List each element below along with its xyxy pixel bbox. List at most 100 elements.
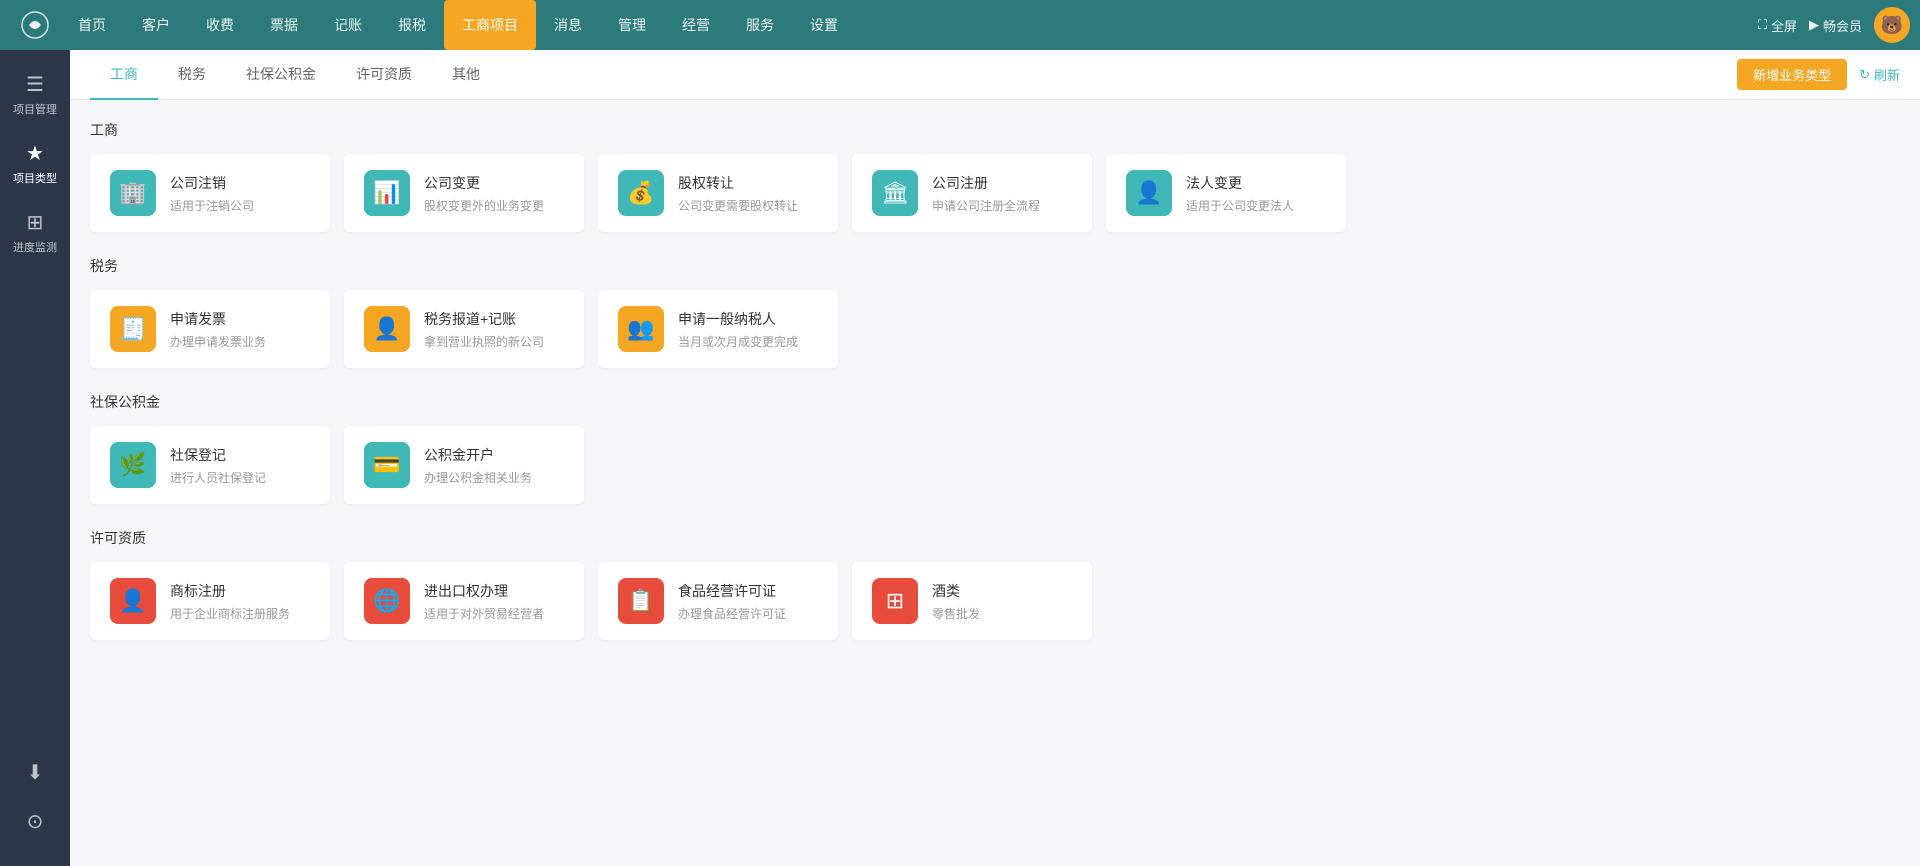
card-title: 公积金开户 [424, 445, 532, 465]
tab-bar: 工商税务社保公积金许可资质其他 新增业务类型 ↻ 刷新 [70, 50, 1920, 100]
card-title: 社保登记 [170, 445, 266, 465]
service-card-公司注册[interactable]: 🏛 公司注册 申请公司注册全流程 [852, 154, 1092, 232]
card-icon: 🏢 [110, 170, 156, 216]
card-desc: 公司变更需要股权转让 [678, 197, 798, 214]
sidebar-item-项目类型[interactable]: ★项目类型 [13, 129, 57, 198]
card-text: 公司注销 适用于注销公司 [170, 173, 254, 214]
service-card-申请一般纳税人[interactable]: 👥 申请一般纳税人 当月或次月成变更完成 [598, 290, 838, 368]
nav-item-设置[interactable]: 设置 [792, 0, 856, 50]
service-card-酒类[interactable]: ⊞ 酒类 零售批发 [852, 562, 1092, 640]
service-card-进出口权办理[interactable]: 🌐 进出口权办理 适用于对外贸易经营者 [344, 562, 584, 640]
sidebar-item-进度监测[interactable]: ⊞进度监测 [13, 198, 57, 267]
card-text: 商标注册 用于企业商标注册服务 [170, 581, 290, 622]
card-icon-symbol: 👤 [119, 588, 146, 614]
card-title: 税务报道+记账 [424, 309, 544, 329]
card-icon-symbol: 📊 [373, 180, 400, 206]
main-layout: ☰项目管理★项目类型⊞进度监测 ⬇⊙ 工商税务社保公积金许可资质其他 新增业务类… [0, 50, 1920, 866]
card-icon-symbol: 📋 [627, 588, 654, 614]
card-icon: 🏛 [872, 170, 918, 216]
service-card-商标注册[interactable]: 👤 商标注册 用于企业商标注册服务 [90, 562, 330, 640]
card-icon-symbol: 🌐 [373, 588, 400, 614]
card-icon-symbol: 🏢 [119, 180, 146, 206]
card-icon: 👤 [110, 578, 156, 624]
card-text: 公司变更 股权变更外的业务变更 [424, 173, 544, 214]
nav-item-管理[interactable]: 管理 [600, 0, 664, 50]
tab-其他[interactable]: 其他 [432, 50, 500, 100]
tab-bar-right: 新增业务类型 ↻ 刷新 [1737, 59, 1900, 90]
tab-社保公积金[interactable]: 社保公积金 [226, 50, 336, 100]
card-icon: 💳 [364, 442, 410, 488]
card-icon: 💰 [618, 170, 664, 216]
nav-item-服务[interactable]: 服务 [728, 0, 792, 50]
card-desc: 零售批发 [932, 605, 980, 622]
nav-item-首页[interactable]: 首页 [60, 0, 124, 50]
nav-item-消息[interactable]: 消息 [536, 0, 600, 50]
fullscreen-icon: ⛶ [1758, 17, 1767, 33]
scroll-content[interactable]: 工商 🏢 公司注销 适用于注销公司 📊 公司变更 股权变更外的业务变更 💰 股权… [70, 100, 1920, 866]
card-desc: 办理食品经营许可证 [678, 605, 786, 622]
tab-许可资质[interactable]: 许可资质 [336, 50, 432, 100]
sidebar-icon: ☰ [26, 72, 44, 97]
nav-item-工商项目[interactable]: 工商项目 [444, 0, 536, 50]
section-title: 社保公积金 [90, 392, 1900, 412]
sidebar-item-项目管理[interactable]: ☰项目管理 [13, 60, 57, 129]
card-text: 社保登记 进行人员社保登记 [170, 445, 266, 486]
service-card-食品经营许可证[interactable]: 📋 食品经营许可证 办理食品经营许可证 [598, 562, 838, 640]
card-title: 法人变更 [1186, 173, 1294, 193]
card-title: 食品经营许可证 [678, 581, 786, 601]
refresh-button[interactable]: ↻ 刷新 [1859, 65, 1900, 84]
service-card-申请发票[interactable]: 🧾 申请发票 办理申请发票业务 [90, 290, 330, 368]
card-desc: 适用于公司变更法人 [1186, 197, 1294, 214]
card-icon: 👤 [364, 306, 410, 352]
mascot-avatar[interactable]: 🐻 [1874, 7, 1910, 43]
sidebar-bottom-item[interactable]: ⬇ [0, 748, 70, 797]
nav-item-报税[interactable]: 报税 [380, 0, 444, 50]
card-desc: 办理公积金相关业务 [424, 469, 532, 486]
fullscreen-button[interactable]: ⛶ 全屏 [1758, 16, 1797, 35]
card-icon-symbol: 💰 [627, 180, 654, 206]
card-icon-symbol: 👤 [1135, 180, 1162, 206]
service-card-公司变更[interactable]: 📊 公司变更 股权变更外的业务变更 [344, 154, 584, 232]
card-text: 税务报道+记账 拿到营业执照的新公司 [424, 309, 544, 350]
card-text: 公司注册 申请公司注册全流程 [932, 173, 1040, 214]
service-card-社保登记[interactable]: 🌿 社保登记 进行人员社保登记 [90, 426, 330, 504]
tab-税务[interactable]: 税务 [158, 50, 226, 100]
tab-工商[interactable]: 工商 [90, 50, 158, 100]
section-许可资质: 许可资质 👤 商标注册 用于企业商标注册服务 🌐 进出口权办理 适用于对外贸易经… [90, 528, 1900, 640]
new-type-button[interactable]: 新增业务类型 [1737, 59, 1847, 90]
vip-icon: ▶ [1809, 17, 1819, 33]
card-title: 申请一般纳税人 [678, 309, 798, 329]
cards-grid: 👤 商标注册 用于企业商标注册服务 🌐 进出口权办理 适用于对外贸易经营者 📋 … [90, 562, 1900, 640]
cards-grid: 🧾 申请发票 办理申请发票业务 👤 税务报道+记账 拿到营业执照的新公司 👥 申… [90, 290, 1900, 368]
sidebar-bottom-item[interactable]: ⊙ [0, 797, 70, 846]
card-text: 进出口权办理 适用于对外贸易经营者 [424, 581, 544, 622]
card-desc: 申请公司注册全流程 [932, 197, 1040, 214]
section-title: 工商 [90, 120, 1900, 140]
card-icon-symbol: 👥 [627, 316, 654, 342]
content-area: 工商税务社保公积金许可资质其他 新增业务类型 ↻ 刷新 工商 🏢 公司注销 适用… [70, 50, 1920, 866]
sidebar-bottom-icon: ⊙ [27, 809, 44, 834]
nav-item-经营[interactable]: 经营 [664, 0, 728, 50]
nav-item-客户[interactable]: 客户 [124, 0, 188, 50]
card-icon-symbol: 👤 [373, 316, 400, 342]
card-title: 公司注册 [932, 173, 1040, 193]
cards-grid: 🏢 公司注销 适用于注销公司 📊 公司变更 股权变更外的业务变更 💰 股权转让 … [90, 154, 1900, 232]
nav-item-收费[interactable]: 收费 [188, 0, 252, 50]
service-card-法人变更[interactable]: 👤 法人变更 适用于公司变更法人 [1106, 154, 1346, 232]
card-desc: 进行人员社保登记 [170, 469, 266, 486]
service-card-公司注销[interactable]: 🏢 公司注销 适用于注销公司 [90, 154, 330, 232]
card-desc: 办理申请发票业务 [170, 333, 266, 350]
card-title: 公司变更 [424, 173, 544, 193]
service-card-税务报道+记账[interactable]: 👤 税务报道+记账 拿到营业执照的新公司 [344, 290, 584, 368]
card-icon-symbol: 🌿 [119, 452, 146, 478]
service-card-股权转让[interactable]: 💰 股权转让 公司变更需要股权转让 [598, 154, 838, 232]
service-card-公积金开户[interactable]: 💳 公积金开户 办理公积金相关业务 [344, 426, 584, 504]
card-title: 股权转让 [678, 173, 798, 193]
nav-item-票据[interactable]: 票据 [252, 0, 316, 50]
card-icon: 👤 [1126, 170, 1172, 216]
card-icon: 🌿 [110, 442, 156, 488]
card-desc: 拿到营业执照的新公司 [424, 333, 544, 350]
vip-button[interactable]: ▶ 畅会员 [1809, 16, 1862, 35]
card-title: 酒类 [932, 581, 980, 601]
nav-item-记账[interactable]: 记账 [316, 0, 380, 50]
